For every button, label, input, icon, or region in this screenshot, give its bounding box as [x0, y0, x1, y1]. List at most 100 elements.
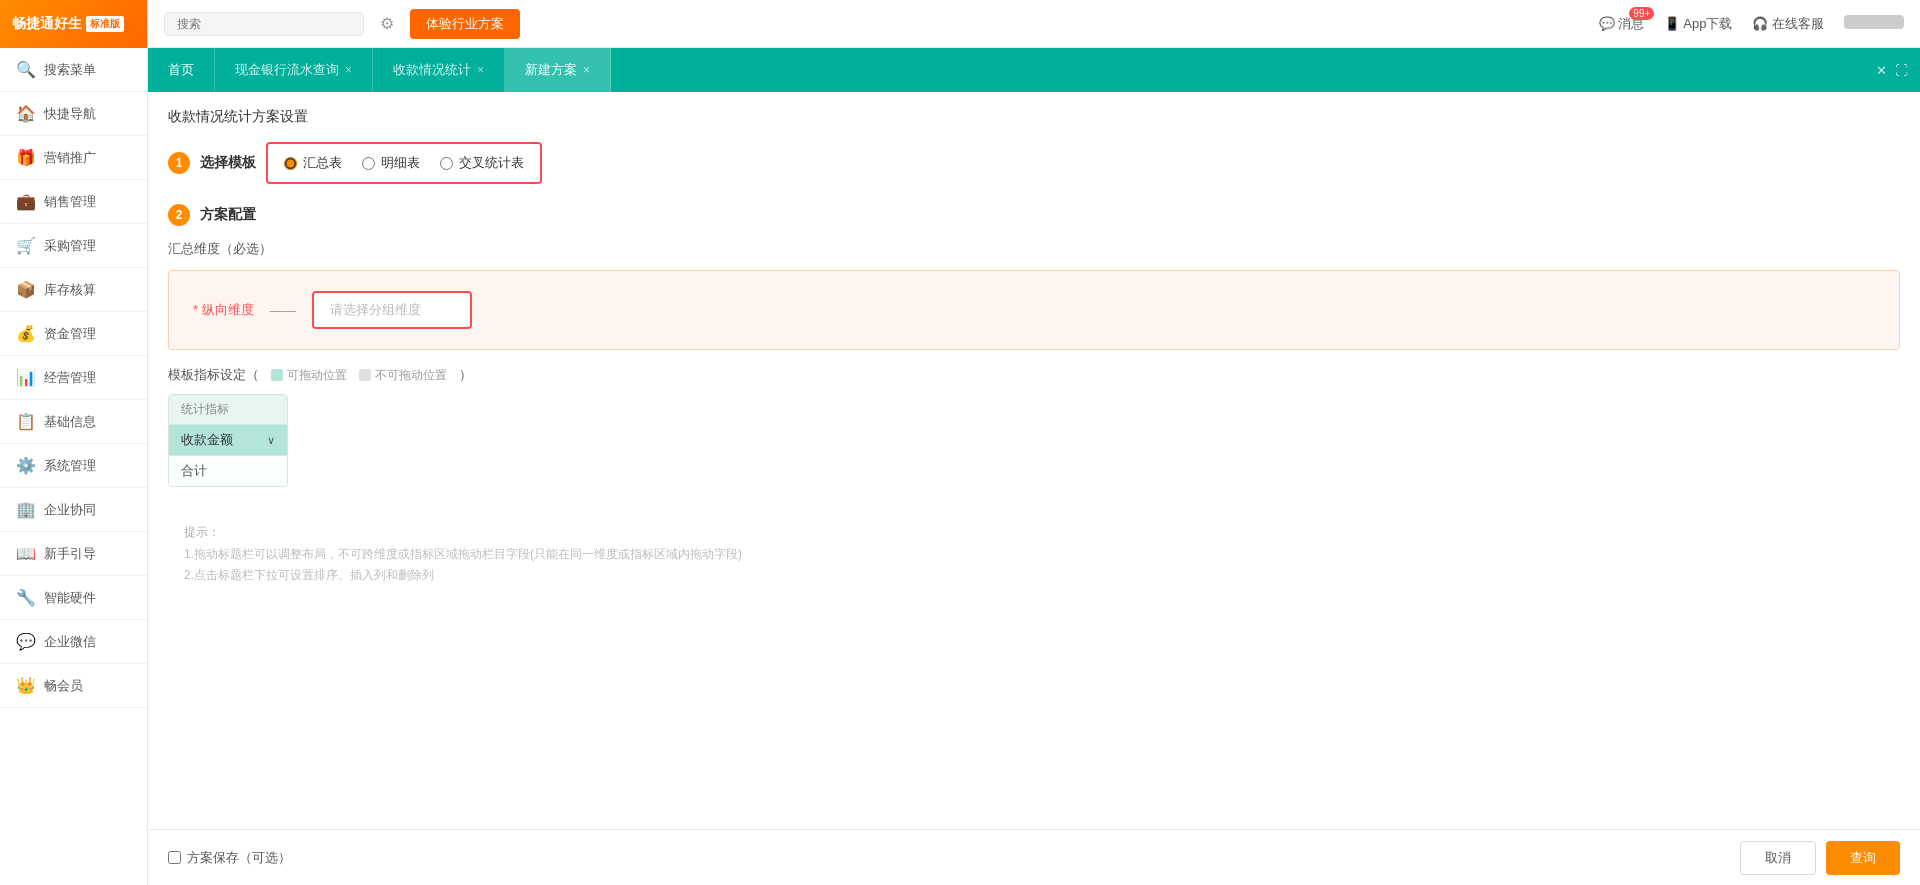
- sidebar-label-11: 新手引导: [44, 545, 96, 563]
- download-icon: 📱: [1664, 16, 1680, 31]
- non-draggable-dot: [359, 369, 371, 381]
- search-input[interactable]: [164, 12, 364, 36]
- dimension-select[interactable]: 请选择分组维度: [312, 291, 472, 329]
- sidebar-icon-8: 📋: [16, 412, 36, 431]
- stats-table-title: 统计指标: [169, 395, 287, 425]
- sidebar-item-2[interactable]: 🎁 营销推广: [0, 136, 147, 180]
- sidebar-icon-9: ⚙️: [16, 456, 36, 475]
- query-button[interactable]: 查询: [1826, 841, 1900, 875]
- header-right: 💬 消息 99+ 📱 App下载 🎧 在线客服: [1599, 15, 1904, 33]
- sidebar-icon-14: 👑: [16, 676, 36, 695]
- legend-draggable: 可拖动位置: [271, 367, 347, 384]
- tab-close-1[interactable]: ×: [345, 63, 352, 77]
- save-checkbox-input[interactable]: [168, 851, 181, 864]
- sidebar-item-5[interactable]: 📦 库存核算: [0, 268, 147, 312]
- draggable-dot: [271, 369, 283, 381]
- dimension-placeholder: 请选择分组维度: [330, 302, 421, 317]
- tips-section: 提示： 1.拖动标题栏可以调整布局，不可跨维度或指标区域拖动栏目字段(只能在同一…: [168, 510, 1900, 599]
- sidebar-item-10[interactable]: 🏢 企业协同: [0, 488, 147, 532]
- step1-title: 选择模板: [200, 154, 256, 172]
- tab-1[interactable]: 现金银行流水查询 ×: [215, 48, 373, 92]
- sidebar-icon-12: 🔧: [16, 588, 36, 607]
- radio-huizong-input[interactable]: [284, 157, 297, 170]
- tab-label-1: 现金银行流水查询: [235, 61, 339, 79]
- tab-close-3[interactable]: ×: [583, 63, 590, 77]
- save-label: 方案保存（可选）: [187, 849, 291, 867]
- radio-jiaocha-label[interactable]: 交叉统计表: [459, 154, 524, 172]
- logo-badge: 标准版: [86, 16, 124, 32]
- sidebar-icon-2: 🎁: [16, 148, 36, 167]
- download-button[interactable]: 📱 App下载: [1664, 15, 1732, 33]
- sidebar-label-7: 经营管理: [44, 369, 96, 387]
- sidebar-item-8[interactable]: 📋 基础信息: [0, 400, 147, 444]
- dimension-title: 汇总维度（必选）: [168, 240, 1900, 258]
- close-window-icon[interactable]: ✕: [1876, 63, 1887, 78]
- user-info[interactable]: [1844, 15, 1904, 32]
- page-title: 收款情况统计方案设置: [168, 108, 1900, 126]
- plan-config: 汇总维度（必选） * 纵向维度 —— 请选择分组维度 模板指标设定（: [168, 240, 1900, 599]
- cancel-button[interactable]: 取消: [1740, 841, 1816, 875]
- bottom-bar: 方案保存（可选） 取消 查询: [148, 829, 1920, 885]
- sidebar-icon-0: 🔍: [16, 60, 36, 79]
- tab-label-2: 收款情况统计: [393, 61, 471, 79]
- user-label: [1844, 15, 1904, 29]
- radio-jiaocha[interactable]: 交叉统计表: [440, 154, 524, 172]
- draggable-label: 可拖动位置: [287, 367, 347, 384]
- sidebar-item-11[interactable]: 📖 新手引导: [0, 532, 147, 576]
- support-label: 在线客服: [1772, 16, 1824, 31]
- tab-0[interactable]: 首页: [148, 48, 215, 92]
- sidebar-label-3: 销售管理: [44, 193, 96, 211]
- radio-huizong-label[interactable]: 汇总表: [303, 154, 342, 172]
- sidebar-label-10: 企业协同: [44, 501, 96, 519]
- col-label: 收款金额: [181, 431, 233, 449]
- sidebar-item-7[interactable]: 📊 经营管理: [0, 356, 147, 400]
- sidebar-item-3[interactable]: 💼 销售管理: [0, 180, 147, 224]
- sidebar-label-9: 系统管理: [44, 457, 96, 475]
- tab-2[interactable]: 收款情况统计 ×: [373, 48, 505, 92]
- step2-title: 方案配置: [200, 206, 256, 224]
- metrics-close-paren: ）: [459, 366, 472, 384]
- tab-label-3: 新建方案: [525, 61, 577, 79]
- step2-num: 2: [168, 204, 190, 226]
- sidebar-item-14[interactable]: 👑 畅会员: [0, 664, 147, 708]
- stats-row-total: 合计: [169, 455, 287, 486]
- sidebar-label-4: 采购管理: [44, 237, 96, 255]
- sidebar-icon-6: 💰: [16, 324, 36, 343]
- trial-button[interactable]: 体验行业方案: [410, 9, 520, 39]
- dimension-row: * 纵向维度 —— 请选择分组维度: [193, 291, 1875, 329]
- radio-mingxi-input[interactable]: [362, 157, 375, 170]
- sidebar-icon-10: 🏢: [16, 500, 36, 519]
- sidebar-item-13[interactable]: 💬 企业微信: [0, 620, 147, 664]
- sidebar-item-9[interactable]: ⚙️ 系统管理: [0, 444, 147, 488]
- tab-label-0: 首页: [168, 61, 194, 79]
- sidebar-label-1: 快捷导航: [44, 105, 96, 123]
- message-button[interactable]: 💬 消息 99+: [1599, 15, 1645, 33]
- top-header: ⚙ 体验行业方案 💬 消息 99+ 📱 App下载 🎧 在线客服: [148, 0, 1920, 48]
- radio-mingxi-label[interactable]: 明细表: [381, 154, 420, 172]
- support-button[interactable]: 🎧 在线客服: [1752, 15, 1824, 33]
- tab-close-2[interactable]: ×: [477, 63, 484, 77]
- save-checkbox[interactable]: 方案保存（可选）: [168, 849, 291, 867]
- stats-col-header[interactable]: 收款金额 ∨: [169, 425, 287, 455]
- dimension-area: * 纵向维度 —— 请选择分组维度: [168, 270, 1900, 350]
- sidebar: 畅捷通好生 标准版 🔍 搜索菜单🏠 快捷导航🎁 营销推广💼 销售管理🛒 采购管理…: [0, 0, 148, 885]
- sidebar-item-6[interactable]: 💰 资金管理: [0, 312, 147, 356]
- sidebar-icon-1: 🏠: [16, 104, 36, 123]
- maximize-icon[interactable]: ⛶: [1895, 63, 1908, 78]
- radio-huizong[interactable]: 汇总表: [284, 154, 342, 172]
- message-icon: 💬: [1599, 16, 1615, 31]
- sidebar-item-1[interactable]: 🏠 快捷导航: [0, 92, 147, 136]
- dimension-label: * 纵向维度: [193, 301, 254, 319]
- tab-3[interactable]: 新建方案 ×: [505, 48, 611, 92]
- sidebar-label-8: 基础信息: [44, 413, 96, 431]
- sidebar-item-0[interactable]: 🔍 搜索菜单: [0, 48, 147, 92]
- sidebar-item-4[interactable]: 🛒 采购管理: [0, 224, 147, 268]
- main-area: ⚙ 体验行业方案 💬 消息 99+ 📱 App下载 🎧 在线客服 首页 现金银行流…: [148, 0, 1920, 885]
- sidebar-label-12: 智能硬件: [44, 589, 96, 607]
- radio-mingxi[interactable]: 明细表: [362, 154, 420, 172]
- sidebar-item-12[interactable]: 🔧 智能硬件: [0, 576, 147, 620]
- radio-jiaocha-input[interactable]: [440, 157, 453, 170]
- message-badge: 99+: [1629, 7, 1654, 20]
- sidebar-icon-5: 📦: [16, 280, 36, 299]
- gear-icon[interactable]: ⚙: [380, 14, 394, 33]
